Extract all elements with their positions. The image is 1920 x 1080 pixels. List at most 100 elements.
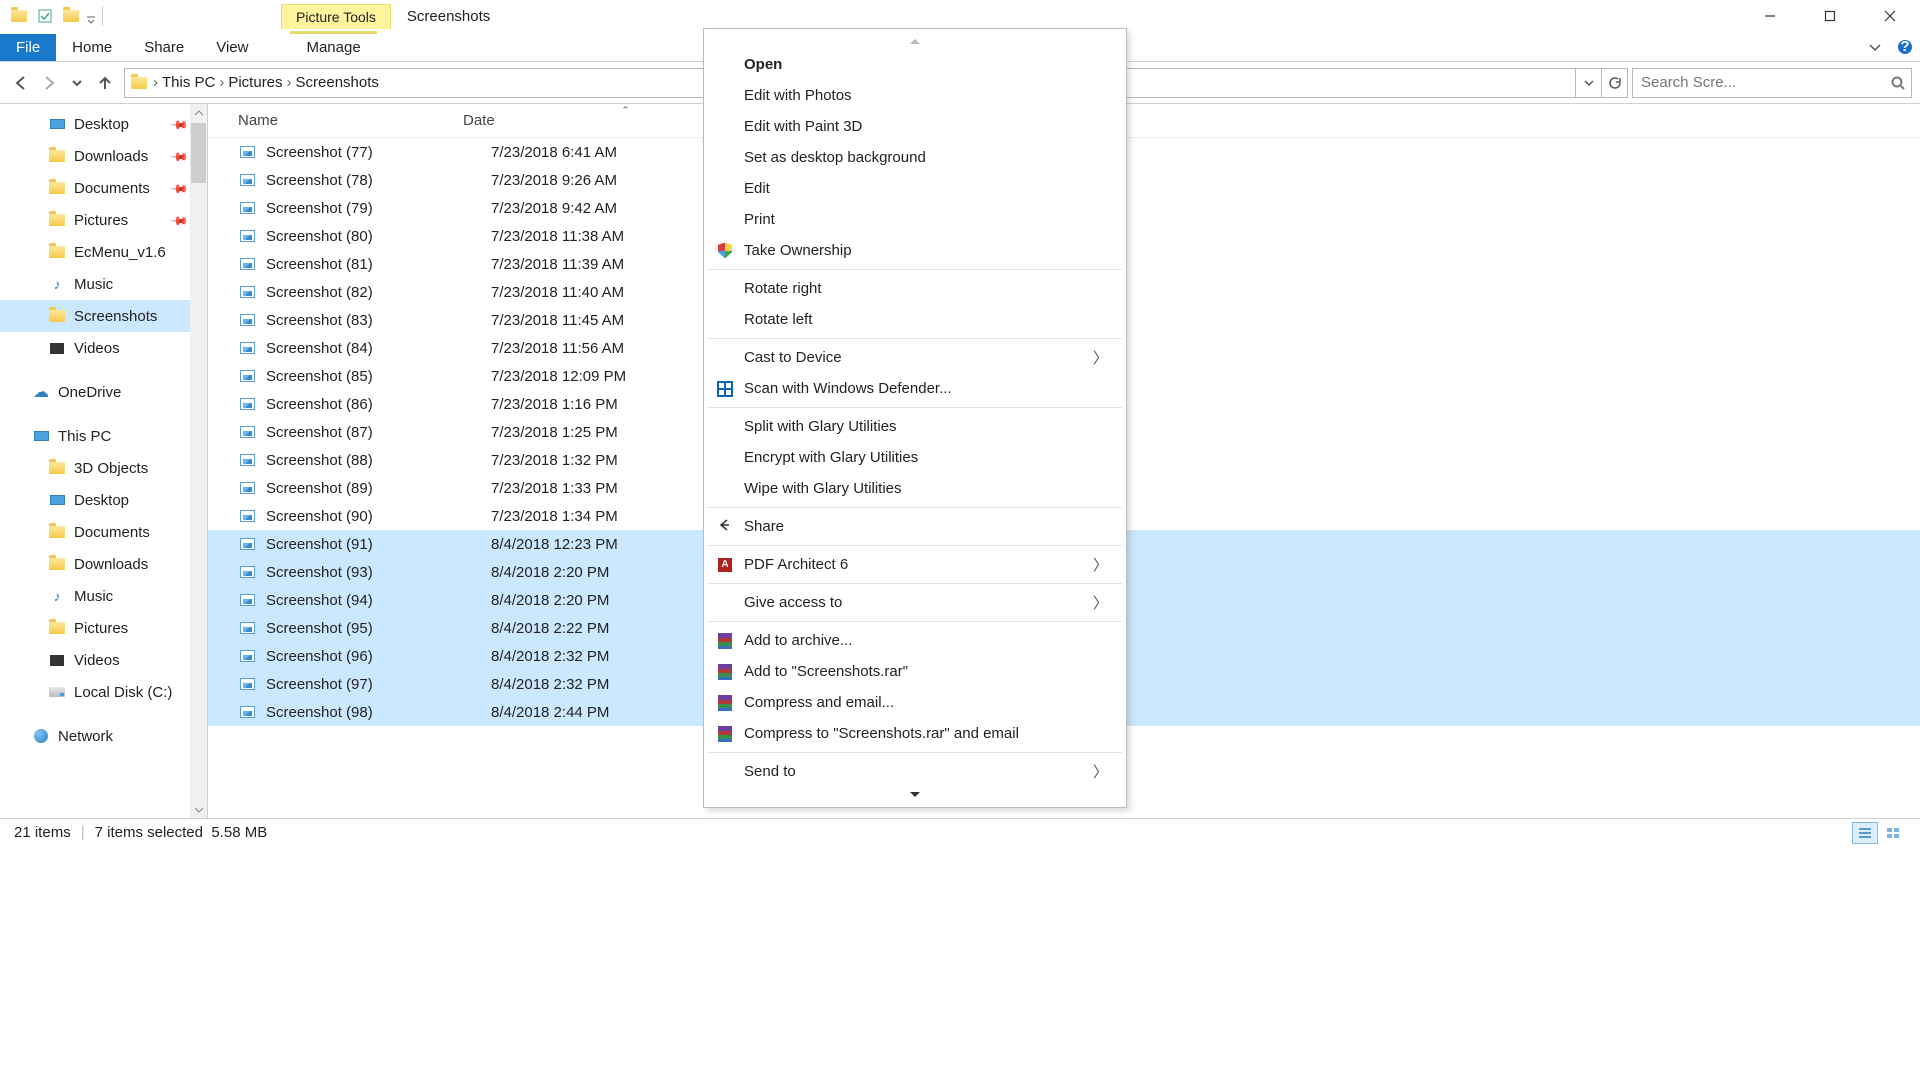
menu-item-rotate-left[interactable]: Rotate left — [704, 304, 1126, 335]
tree-item-label: Pictures — [74, 212, 128, 229]
navigation-scrollbar[interactable] — [190, 104, 207, 818]
menu-item-label: Encrypt with Glary Utilities — [744, 449, 918, 466]
close-button[interactable] — [1860, 0, 1920, 32]
file-date: 8/4/2018 2:32 PM — [491, 648, 731, 665]
menu-item-compress-and-email[interactable]: Compress and email... — [704, 687, 1126, 718]
menu-item-wipe-with-glary-utilities[interactable]: Wipe with Glary Utilities — [704, 473, 1126, 504]
tree-item-videos[interactable]: Videos — [0, 332, 207, 364]
tree-item-3d-objects[interactable]: 3D Objects — [0, 452, 207, 484]
tree-item-label: Music — [74, 276, 113, 293]
tree-item-local-disk-c-[interactable]: Local Disk (C:) — [0, 676, 207, 708]
view-mode-buttons — [1850, 822, 1906, 844]
scroll-up-button[interactable] — [190, 104, 207, 121]
address-dropdown-button[interactable] — [1575, 69, 1601, 97]
file-tab[interactable]: File — [0, 34, 56, 61]
menu-item-send-to[interactable]: Send to〉 — [704, 756, 1126, 787]
menu-item-share[interactable]: Share — [704, 511, 1126, 542]
file-name: Screenshot (80) — [266, 228, 491, 245]
search-input[interactable] — [1639, 73, 1891, 92]
menu-item-edit[interactable]: Edit — [704, 173, 1126, 204]
tree-item-label: Music — [74, 588, 113, 605]
tree-item-music[interactable]: ♪ Music — [0, 268, 207, 300]
tab-home[interactable]: Home — [56, 34, 128, 61]
menu-item-cast-to-device[interactable]: Cast to Device〉 — [704, 342, 1126, 373]
menu-item-give-access-to[interactable]: Give access to〉 — [704, 587, 1126, 618]
menu-item-edit-with-paint-3d[interactable]: Edit with Paint 3D — [704, 111, 1126, 142]
column-header-name[interactable]: Name — [238, 112, 463, 129]
menu-item-rotate-right[interactable]: Rotate right — [704, 273, 1126, 304]
menu-scroll-down-button[interactable] — [704, 787, 1126, 803]
menu-item-open[interactable]: Open — [704, 49, 1126, 80]
tree-item-label: This PC — [58, 428, 111, 445]
menu-item-set-as-desktop-background[interactable]: Set as desktop background — [704, 142, 1126, 173]
folder-icon[interactable] — [62, 7, 80, 25]
tree-item-videos[interactable]: Videos — [0, 644, 207, 676]
monitor-icon — [48, 491, 66, 509]
tree-item-ecmenu-v1-6[interactable]: EcMenu_v1.6 — [0, 236, 207, 268]
menu-item-split-with-glary-utilities[interactable]: Split with Glary Utilities — [704, 411, 1126, 442]
tree-item-this-pc[interactable]: This PC — [0, 420, 207, 452]
file-date: 8/4/2018 2:22 PM — [491, 620, 731, 637]
scroll-down-button[interactable] — [190, 801, 207, 818]
menu-separator — [708, 507, 1122, 508]
menu-item-label: Cast to Device — [744, 349, 842, 366]
properties-icon[interactable] — [36, 7, 54, 25]
tree-item-onedrive[interactable]: ☁OneDrive — [0, 376, 207, 408]
column-header-date[interactable]: Date — [463, 112, 703, 129]
menu-item-pdf-architect-6[interactable]: APDF Architect 6〉 — [704, 549, 1126, 580]
tree-item-documents[interactable]: Documents — [0, 516, 207, 548]
qat-customize-button[interactable] — [86, 11, 96, 21]
menu-item-edit-with-photos[interactable]: Edit with Photos — [704, 80, 1126, 111]
tab-share[interactable]: Share — [128, 34, 200, 61]
menu-scroll-up-button[interactable] — [704, 33, 1126, 49]
tree-item-label: OneDrive — [58, 384, 121, 401]
breadcrumb-screenshots[interactable]: Screenshots — [292, 74, 383, 91]
tree-item-pictures[interactable]: Pictures — [0, 612, 207, 644]
menu-item-encrypt-with-glary-utilities[interactable]: Encrypt with Glary Utilities — [704, 442, 1126, 473]
rar-icon — [716, 725, 734, 743]
ribbon-expand-button[interactable] — [1860, 32, 1890, 61]
tree-item-screenshots[interactable]: Screenshots — [0, 300, 207, 332]
file-date: 7/23/2018 1:16 PM — [491, 396, 731, 413]
tree-item-music[interactable]: ♪Music — [0, 580, 207, 612]
tree-item-downloads[interactable]: Downloads📌 — [0, 140, 207, 172]
help-button[interactable]: ? — [1890, 32, 1920, 61]
pdf-icon: A — [716, 556, 734, 574]
tree-item-pictures[interactable]: Pictures📌 — [0, 204, 207, 236]
tab-manage[interactable]: Manage — [290, 31, 376, 61]
refresh-button[interactable] — [1601, 69, 1627, 97]
monitor-icon — [48, 115, 66, 133]
file-date: 7/23/2018 1:33 PM — [491, 480, 731, 497]
large-icons-view-button[interactable] — [1880, 822, 1906, 844]
tree-item-desktop[interactable]: Desktop📌 — [0, 108, 207, 140]
menu-item-print[interactable]: Print — [704, 204, 1126, 235]
menu-item-take-ownership[interactable]: Take Ownership — [704, 235, 1126, 266]
details-view-button[interactable] — [1852, 822, 1878, 844]
menu-item-add-to-screenshots-rar[interactable]: Add to "Screenshots.rar" — [704, 656, 1126, 687]
scrollbar-thumb[interactable] — [191, 123, 206, 183]
recent-locations-button[interactable] — [64, 70, 90, 96]
menu-item-scan-with-windows-defender[interactable]: Scan with Windows Defender... — [704, 373, 1126, 404]
menu-item-compress-to-screenshots-rar-and-email[interactable]: Compress to "Screenshots.rar" and email — [704, 718, 1126, 749]
tab-view[interactable]: View — [200, 34, 264, 61]
forward-button[interactable] — [36, 70, 62, 96]
folder-icon — [48, 523, 66, 541]
menu-item-label: Open — [744, 56, 782, 73]
menu-item-add-to-archive[interactable]: Add to archive... — [704, 625, 1126, 656]
minimize-button[interactable] — [1740, 0, 1800, 32]
tree-item-desktop[interactable]: Desktop — [0, 484, 207, 516]
menu-separator — [708, 269, 1122, 270]
search-box[interactable] — [1632, 68, 1912, 98]
breadcrumb-this-pc[interactable]: This PC — [158, 74, 219, 91]
tree-item-downloads[interactable]: Downloads — [0, 548, 207, 580]
breadcrumb-pictures[interactable]: Pictures — [224, 74, 286, 91]
music-icon: ♪ — [48, 275, 66, 293]
back-button[interactable] — [8, 70, 34, 96]
up-button[interactable] — [92, 70, 118, 96]
tree-item-label: Desktop — [74, 492, 129, 509]
maximize-button[interactable] — [1800, 0, 1860, 32]
tree-item-network[interactable]: Network — [0, 720, 207, 752]
tree-item-documents[interactable]: Documents📌 — [0, 172, 207, 204]
image-file-icon — [238, 395, 256, 413]
folder-icon — [48, 179, 66, 197]
